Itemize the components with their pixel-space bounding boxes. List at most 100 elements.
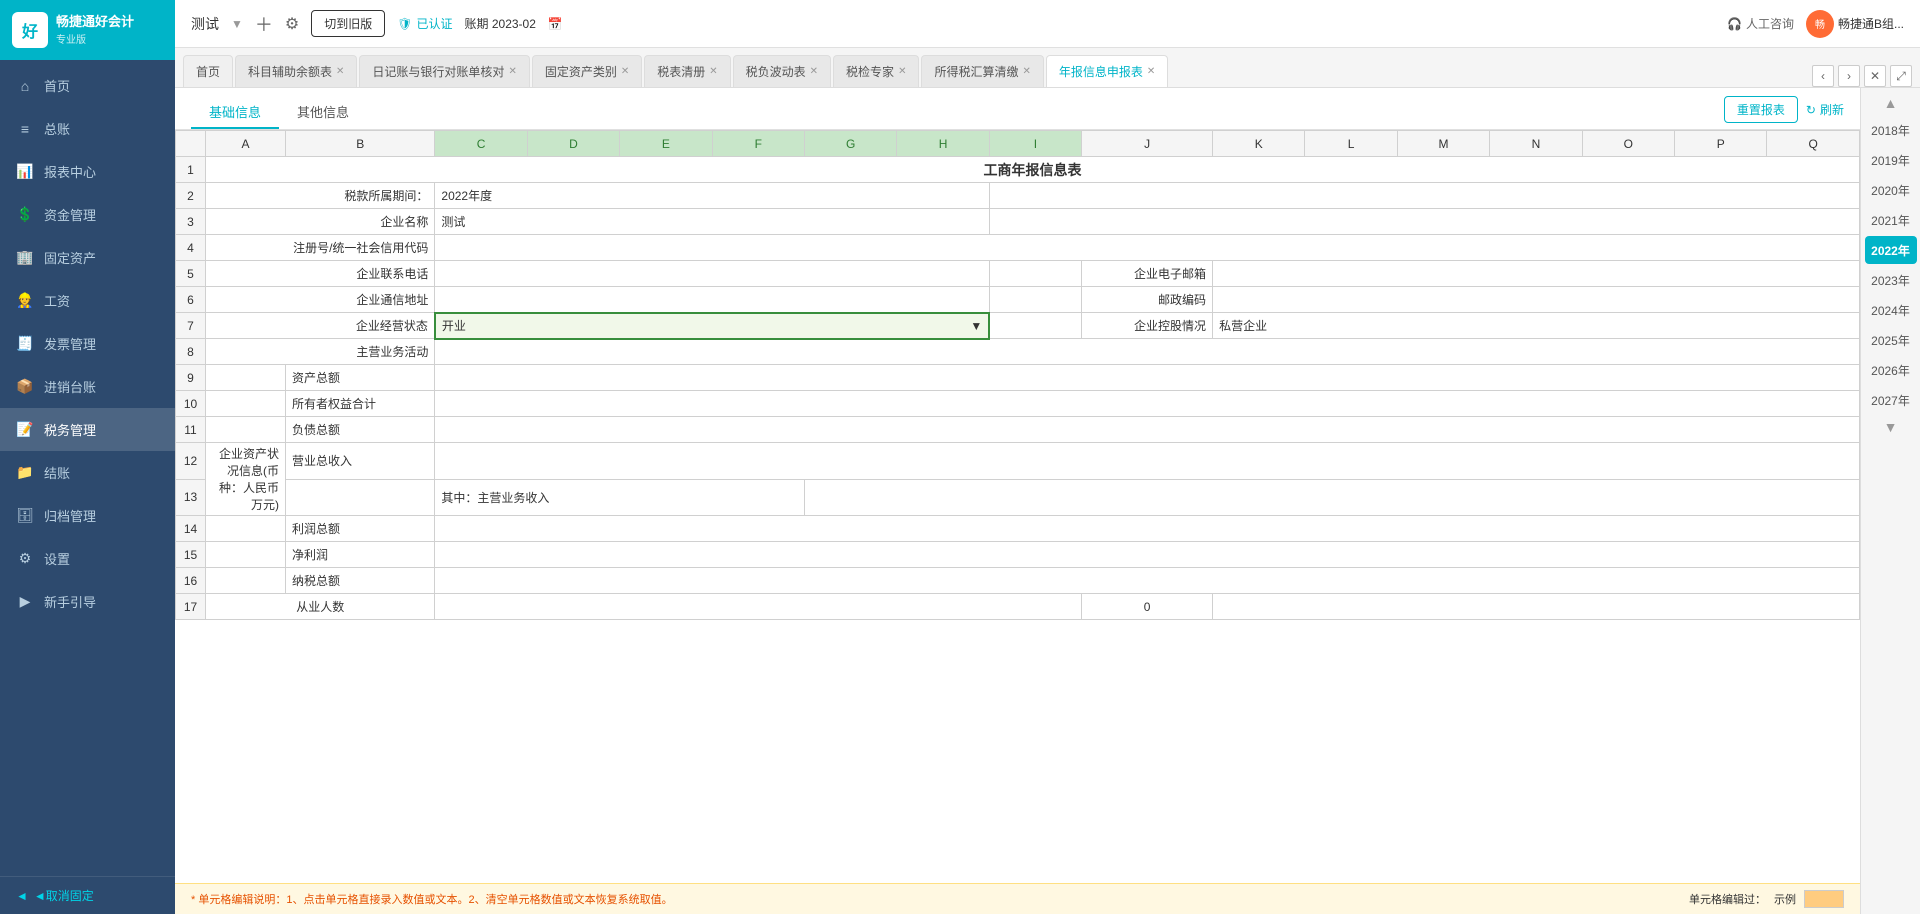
cell-6-k[interactable] [1213, 287, 1860, 313]
switch-old-version-button[interactable]: 切到旧版 [311, 10, 385, 37]
cell-11-a[interactable] [206, 417, 286, 443]
tab-journal-bank[interactable]: 日记账与银行对账单核对 ✕ [359, 55, 529, 87]
cell-4-c[interactable] [435, 235, 1860, 261]
tab-expand-button[interactable]: ⤢ [1890, 65, 1912, 87]
tab-next-button[interactable]: › [1838, 65, 1860, 87]
tab-close-icon[interactable]: ✕ [709, 66, 717, 77]
tab-close-icon[interactable]: ✕ [1022, 66, 1030, 77]
cell-9-c[interactable] [435, 365, 1860, 391]
cell-17-a[interactable]: 从业人数 [206, 594, 435, 620]
cell-16-b[interactable]: 纳税总额 [286, 568, 435, 594]
cell-15-c[interactable] [435, 542, 1860, 568]
cell-16-a[interactable] [206, 568, 286, 594]
cell-10-c[interactable] [435, 391, 1860, 417]
cell-10-b[interactable]: 所有者权益合计 [286, 391, 435, 417]
tab-close-icon[interactable]: ✕ [1147, 66, 1155, 77]
cell-5-j[interactable]: 企业电子邮箱 [1082, 261, 1213, 287]
tab-close-icon[interactable]: ✕ [508, 66, 516, 77]
year-item-2026[interactable]: 2026年 [1865, 356, 1917, 384]
cell-12-b[interactable]: 营业总收入 [286, 443, 435, 480]
cell-12-c[interactable] [435, 443, 1860, 480]
tab-tax-expert[interactable]: 税检专家 ✕ [833, 55, 919, 87]
cell-2-a[interactable]: 税款所属期间： [206, 183, 435, 209]
spreadsheet-wrapper[interactable]: A B C D E F G H I J K L M [175, 130, 1860, 883]
cell-9-a[interactable] [206, 365, 286, 391]
tab-home[interactable]: 首页 [183, 55, 233, 87]
cell-7-j[interactable]: 企业控股情况 [1082, 313, 1213, 339]
tab-aux-balance[interactable]: 科目辅助余额表 ✕ [235, 55, 357, 87]
cell-8-a[interactable]: 主营业务活动 [206, 339, 435, 365]
cell-17-j[interactable]: 0 [1082, 594, 1213, 620]
cell-6-i[interactable] [989, 287, 1081, 313]
refresh-button[interactable]: ↻ 刷新 [1806, 96, 1844, 123]
tab-tax-fluctuation[interactable]: 税负波动表 ✕ [733, 55, 831, 87]
dropdown-arrow-icon[interactable]: ▼ [231, 17, 243, 31]
cell-13-c[interactable]: 其中：主营业务收入 [435, 479, 805, 516]
year-item-2024[interactable]: 2024年 [1865, 296, 1917, 324]
cell-17-c[interactable] [435, 594, 1082, 620]
cell-13-g[interactable] [804, 479, 1859, 516]
subtab-basic[interactable]: 基础信息 [191, 96, 279, 129]
sidebar-collapse-btn[interactable]: ◄ ◄取消固定 [0, 876, 175, 914]
cell-6-j[interactable]: 邮政编码 [1082, 287, 1213, 313]
settings-button[interactable]: ⚙ [285, 14, 299, 34]
year-item-2020[interactable]: 2020年 [1865, 176, 1917, 204]
tab-close-icon[interactable]: ✕ [621, 66, 629, 77]
year-item-2021[interactable]: 2021年 [1865, 206, 1917, 234]
sidebar-item-tax[interactable]: 📝 税务管理 [0, 408, 175, 451]
sidebar-item-guide[interactable]: ▶ 新手引导 [0, 580, 175, 623]
cell-3-a[interactable]: 企业名称 [206, 209, 435, 235]
year-scroll-down-button[interactable]: ▼ [1865, 416, 1917, 438]
sidebar-item-reports[interactable]: 📊 报表中心 [0, 150, 175, 193]
year-scroll-up-button[interactable]: ▲ [1865, 92, 1917, 114]
cell-15-b[interactable]: 净利润 [286, 542, 435, 568]
sidebar-item-closing[interactable]: 📁 结账 [0, 451, 175, 494]
cell-11-b[interactable]: 负债总额 [286, 417, 435, 443]
sidebar-item-ledger[interactable]: ≡ 总账 [0, 107, 175, 150]
cell-1-title[interactable]: 工商年报信息表 [206, 157, 1860, 183]
year-item-2019[interactable]: 2019年 [1865, 146, 1917, 174]
cell-14-a[interactable] [206, 516, 286, 542]
cell-17-k[interactable] [1213, 594, 1860, 620]
year-item-2027[interactable]: 2027年 [1865, 386, 1917, 414]
tab-income-tax[interactable]: 所得税汇算清缴 ✕ [921, 55, 1043, 87]
cell-6-c[interactable] [435, 287, 989, 313]
cell-5-a[interactable]: 企业联系电话 [206, 261, 435, 287]
tab-tax-return[interactable]: 税表清册 ✕ [644, 55, 730, 87]
cell-6-a[interactable]: 企业通信地址 [206, 287, 435, 313]
year-item-2023[interactable]: 2023年 [1865, 266, 1917, 294]
tab-prev-button[interactable]: ‹ [1812, 65, 1834, 87]
tab-close-icon[interactable]: ✕ [336, 66, 344, 77]
cell-5-i[interactable] [989, 261, 1081, 287]
cell-7-k[interactable]: 私营企业 [1213, 313, 1860, 339]
tab-close-icon[interactable]: ✕ [810, 66, 818, 77]
sidebar-item-purchase-sales[interactable]: 📦 进销台账 [0, 365, 175, 408]
year-item-2025[interactable]: 2025年 [1865, 326, 1917, 354]
sidebar-item-home[interactable]: ⌂ 首页 [0, 64, 175, 107]
cell-14-b[interactable]: 利润总额 [286, 516, 435, 542]
tab-fixed-asset-cat[interactable]: 固定资产类别 ✕ [532, 55, 642, 87]
user-profile[interactable]: 畅 畅捷通B组... [1806, 10, 1904, 38]
cell-8-c[interactable] [435, 339, 1860, 365]
subtab-other[interactable]: 其他信息 [279, 96, 367, 129]
dropdown-arrow-icon[interactable]: ▼ [970, 319, 982, 333]
add-button[interactable]: ＋ [255, 11, 273, 37]
cell-10-a[interactable] [206, 391, 286, 417]
cell-12-a[interactable]: 企业资产状况信息(币种：人民币万元) [206, 443, 286, 516]
reset-report-button[interactable]: 重置报表 [1724, 96, 1798, 123]
tab-close-icon[interactable]: ✕ [898, 66, 906, 77]
cell-5-c[interactable] [435, 261, 989, 287]
cell-7-a[interactable]: 企业经营状态 [206, 313, 435, 339]
sidebar-item-fixed-assets[interactable]: 🏢 固定资产 [0, 236, 175, 279]
cell-5-k[interactable] [1213, 261, 1860, 287]
sidebar-item-funds[interactable]: 💲 资金管理 [0, 193, 175, 236]
cell-15-a[interactable] [206, 542, 286, 568]
sidebar-item-invoices[interactable]: 🧾 发票管理 [0, 322, 175, 365]
cell-7-i[interactable] [989, 313, 1081, 339]
cell-2-j[interactable] [989, 183, 1859, 209]
cell-9-b[interactable]: 资产总额 [286, 365, 435, 391]
service-button[interactable]: 🎧 人工咨询 [1727, 15, 1794, 32]
cell-3-c[interactable]: 测试 [435, 209, 989, 235]
tab-annual-report[interactable]: 年报信息申报表 ✕ [1046, 55, 1168, 87]
sidebar-item-archive[interactable]: 🗄 归档管理 [0, 494, 175, 537]
